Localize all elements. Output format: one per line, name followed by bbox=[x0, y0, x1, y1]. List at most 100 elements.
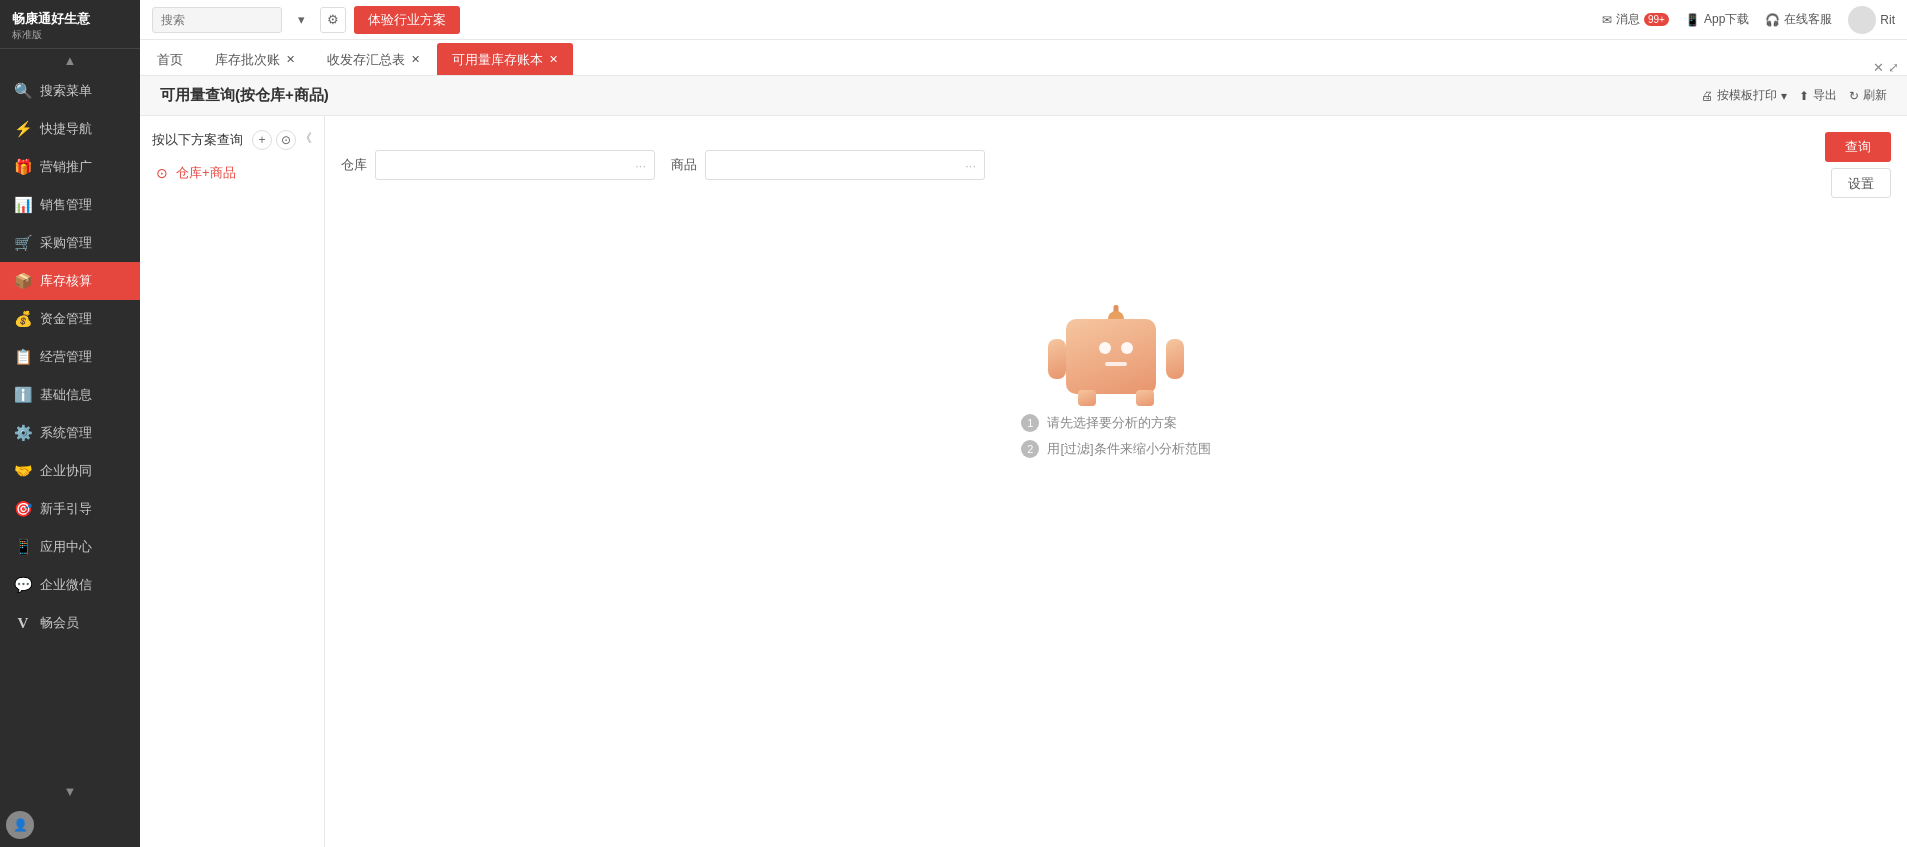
scheme-item-warehouse-goods[interactable]: ⊙ 仓库+商品 bbox=[140, 156, 324, 190]
sidebar-scroll-down[interactable]: ▼ bbox=[0, 780, 140, 803]
export-label: 导出 bbox=[1813, 87, 1837, 104]
online-service-btn[interactable]: 🎧 在线客服 bbox=[1765, 11, 1832, 28]
add-scheme-btn[interactable]: + bbox=[252, 130, 272, 150]
empty-state: 1 请先选择要分析的方案 2 用[过滤]条件来缩小分析范围 bbox=[341, 214, 1891, 538]
sidebar-item-sales[interactable]: 📊 销售管理 bbox=[0, 186, 140, 224]
right-content-panel: 仓库 ··· 商品 ··· 查询 bbox=[325, 116, 1907, 847]
user-profile-btn[interactable]: Rit bbox=[1848, 6, 1895, 34]
inventory-icon: 📦 bbox=[14, 272, 32, 290]
tip-text-2: 用[过滤]条件来缩小分析范围 bbox=[1047, 440, 1210, 458]
message-icon: ✉ bbox=[1602, 13, 1612, 27]
app-download-btn[interactable]: 📱 App下载 bbox=[1685, 11, 1749, 28]
search-dropdown-btn[interactable]: ▾ bbox=[290, 9, 312, 31]
message-btn[interactable]: ✉ 消息 99+ bbox=[1602, 11, 1669, 28]
sidebar-label-inventory: 库存核算 bbox=[40, 272, 92, 290]
sidebar-item-newbie[interactable]: 🎯 新手引导 bbox=[0, 490, 140, 528]
sidebar-label-finance: 资金管理 bbox=[40, 310, 92, 328]
sidebar-bottom-user[interactable]: 👤 bbox=[0, 803, 140, 847]
sidebar-label-marketing: 营销推广 bbox=[40, 158, 92, 176]
basic-icon: ℹ️ bbox=[14, 386, 32, 404]
refresh-label: 刷新 bbox=[1863, 87, 1887, 104]
sidebar-label-newbie: 新手引导 bbox=[40, 500, 92, 518]
app-download-label: App下载 bbox=[1704, 11, 1749, 28]
topbar-right: ✉ 消息 99+ 📱 App下载 🎧 在线客服 Rit bbox=[1602, 6, 1895, 34]
sidebar-item-member[interactable]: V 畅会员 bbox=[0, 604, 140, 642]
goods-more-btn[interactable]: ··· bbox=[965, 158, 976, 173]
industry-solution-btn[interactable]: 体验行业方案 bbox=[354, 6, 460, 34]
tab-receipt-summary[interactable]: 收发存汇总表 ✕ bbox=[312, 43, 435, 75]
goods-input[interactable]: ··· bbox=[705, 150, 985, 180]
left-panel-title: 按以下方案查询 bbox=[152, 131, 243, 149]
main-area: ▾ ⚙ 体验行业方案 ✉ 消息 99+ 📱 App下载 🎧 在线客服 bbox=[140, 0, 1907, 847]
print-label: 按模板打印 bbox=[1717, 87, 1777, 104]
warehouse-label: 仓库 bbox=[341, 156, 367, 174]
sidebar-item-system[interactable]: ⚙️ 系统管理 bbox=[0, 414, 140, 452]
message-label: 消息 bbox=[1616, 11, 1640, 28]
tab-home[interactable]: 首页 bbox=[142, 43, 198, 75]
left-scheme-panel: 按以下方案查询 + ⊙ 《 ⊙ 仓库+商品 bbox=[140, 116, 325, 847]
sidebar-item-purchase[interactable]: 🛒 采购管理 bbox=[0, 224, 140, 262]
page-title: 可用量查询(按仓库+商品) bbox=[160, 86, 329, 105]
sidebar-item-inventory[interactable]: 📦 库存核算 bbox=[0, 262, 140, 300]
sidebar-item-marketing[interactable]: 🎁 营销推广 bbox=[0, 148, 140, 186]
collapse-panel-btn[interactable]: 《 bbox=[300, 130, 312, 150]
empty-illustration bbox=[1056, 294, 1176, 394]
sidebar-label-system: 系统管理 bbox=[40, 424, 92, 442]
purchase-icon: 🛒 bbox=[14, 234, 32, 252]
sidebar-item-operation[interactable]: 📋 经营管理 bbox=[0, 338, 140, 376]
sidebar-item-finance[interactable]: 💰 资金管理 bbox=[0, 300, 140, 338]
avatar bbox=[1848, 6, 1876, 34]
tab-available-ledger[interactable]: 可用量库存账本 ✕ bbox=[437, 43, 573, 75]
sidebar-label-purchase: 采购管理 bbox=[40, 234, 92, 252]
filter-actions: 查询 设置 bbox=[1825, 132, 1891, 198]
app-subtitle: 标准版 bbox=[12, 28, 128, 42]
sidebar-item-shortcut[interactable]: ⚡ 快捷导航 bbox=[0, 110, 140, 148]
empty-tip-2: 2 用[过滤]条件来缩小分析范围 bbox=[1021, 440, 1210, 458]
marketing-icon: 🎁 bbox=[14, 158, 32, 176]
refresh-btn[interactable]: ↻ 刷新 bbox=[1849, 87, 1887, 104]
sidebar-label-search: 搜索菜单 bbox=[40, 82, 92, 100]
sidebar-item-apps[interactable]: 📱 应用中心 bbox=[0, 528, 140, 566]
sidebar-item-basic[interactable]: ℹ️ 基础信息 bbox=[0, 376, 140, 414]
tab-receipt-summary-close[interactable]: ✕ bbox=[411, 53, 420, 66]
query-btn[interactable]: 查询 bbox=[1825, 132, 1891, 162]
sidebar-scroll-up[interactable]: ▲ bbox=[0, 49, 140, 72]
print-icon: 🖨 bbox=[1701, 89, 1713, 103]
warehouse-input[interactable]: ··· bbox=[375, 150, 655, 180]
message-badge: 99+ bbox=[1644, 13, 1669, 26]
refresh-icon: ↻ bbox=[1849, 89, 1859, 103]
settings-gear-btn[interactable]: ⚙ bbox=[320, 7, 346, 33]
tab-close-all-btn[interactable]: ✕ bbox=[1873, 60, 1884, 75]
sidebar-item-search[interactable]: 🔍 搜索菜单 bbox=[0, 72, 140, 110]
empty-tips: 1 请先选择要分析的方案 2 用[过滤]条件来缩小分析范围 bbox=[1021, 414, 1210, 458]
sidebar-item-enterprise[interactable]: 🤝 企业协同 bbox=[0, 452, 140, 490]
shortcut-icon: ⚡ bbox=[14, 120, 32, 138]
tab-batch-account[interactable]: 库存批次账 ✕ bbox=[200, 43, 310, 75]
user-avatar-icon: 👤 bbox=[6, 811, 34, 839]
print-template-btn[interactable]: 🖨 按模板打印 ▾ bbox=[1701, 87, 1787, 104]
tip-num-1: 1 bbox=[1021, 414, 1039, 432]
tab-available-ledger-close[interactable]: ✕ bbox=[549, 53, 558, 66]
goods-filter: 商品 ··· bbox=[671, 150, 985, 180]
operation-icon: 📋 bbox=[14, 348, 32, 366]
app-title: 畅康通好生意 bbox=[12, 10, 128, 28]
tab-expand-btn[interactable]: ⤢ bbox=[1888, 60, 1899, 75]
tab-batch-account-close[interactable]: ✕ bbox=[286, 53, 295, 66]
search-icon: 🔍 bbox=[14, 82, 32, 100]
scheme-settings-btn[interactable]: ⊙ bbox=[276, 130, 296, 150]
export-btn[interactable]: ⬆ 导出 bbox=[1799, 87, 1837, 104]
sidebar-label-basic: 基础信息 bbox=[40, 386, 92, 404]
sales-icon: 📊 bbox=[14, 196, 32, 214]
tip-text-1: 请先选择要分析的方案 bbox=[1047, 414, 1177, 432]
finance-icon: 💰 bbox=[14, 310, 32, 328]
sidebar-label-shortcut: 快捷导航 bbox=[40, 120, 92, 138]
filter-settings-btn[interactable]: 设置 bbox=[1831, 168, 1891, 198]
warehouse-more-btn[interactable]: ··· bbox=[635, 158, 646, 173]
sidebar-label-wechat: 企业微信 bbox=[40, 576, 92, 594]
export-icon: ⬆ bbox=[1799, 89, 1809, 103]
search-input[interactable] bbox=[152, 7, 282, 33]
newbie-icon: 🎯 bbox=[14, 500, 32, 518]
sidebar-item-wechat[interactable]: 💬 企业微信 bbox=[0, 566, 140, 604]
wechat-icon: 💬 bbox=[14, 576, 32, 594]
sidebar: 畅康通好生意 标准版 ▲ 🔍 搜索菜单 ⚡ 快捷导航 🎁 营销推广 📊 销售管理… bbox=[0, 0, 140, 847]
